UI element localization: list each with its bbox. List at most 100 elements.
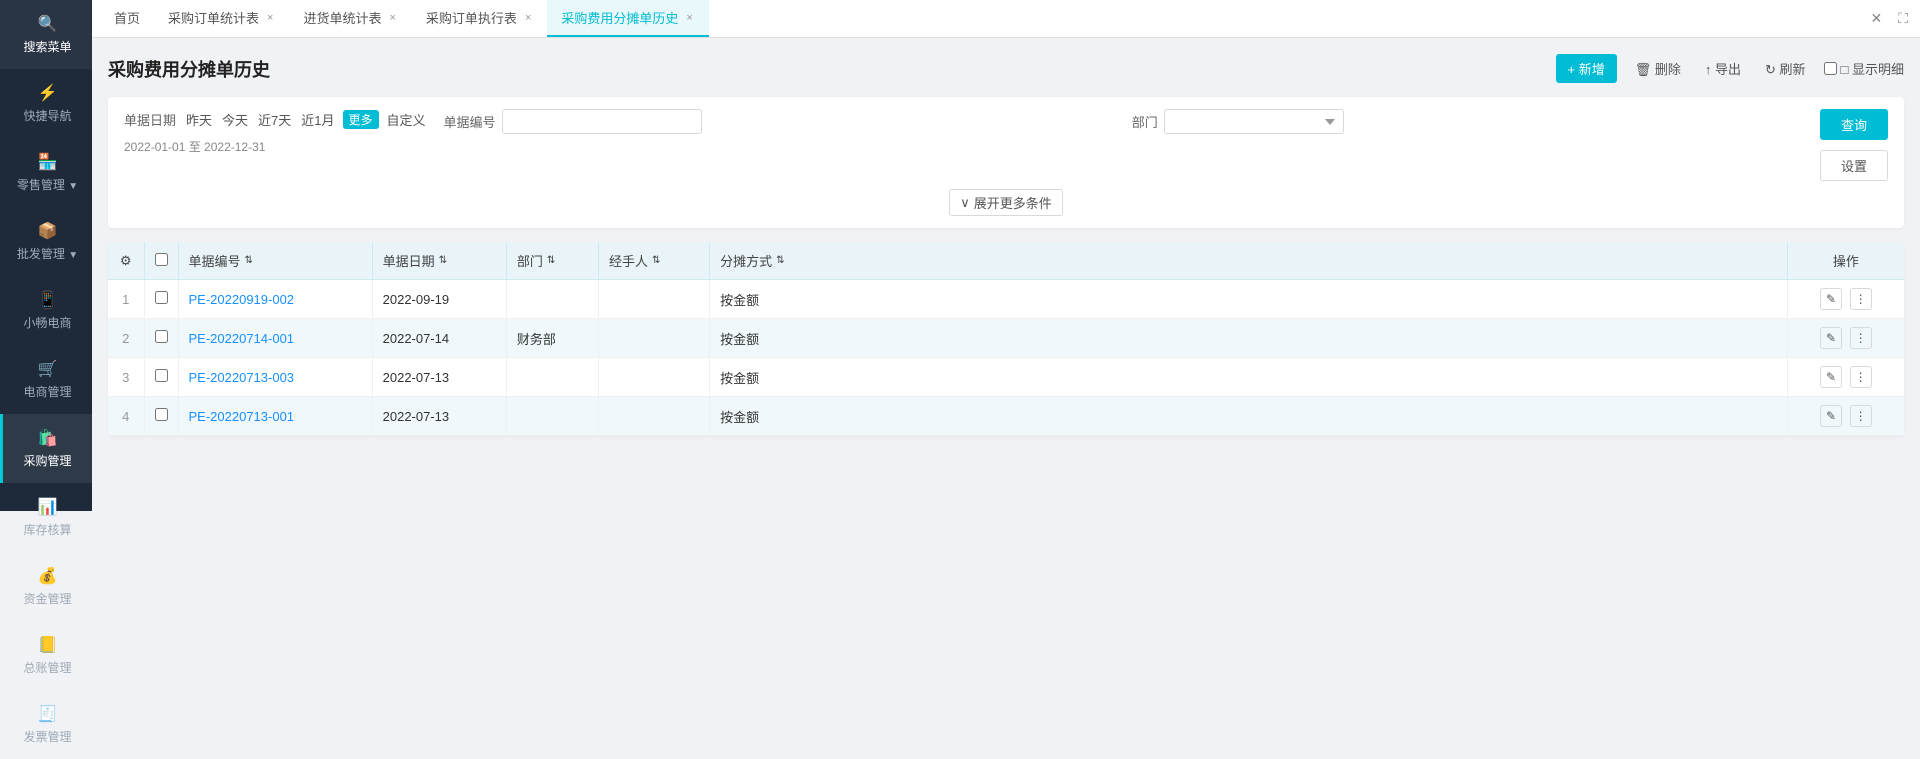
row-handler [598, 358, 709, 397]
doc-no-link[interactable]: PE-20220713-001 [189, 409, 295, 424]
shortcut-yesterday[interactable]: 昨天 [184, 109, 214, 130]
search-button[interactable]: 查询 [1820, 109, 1888, 140]
close-tab-fee-split[interactable]: × [684, 12, 694, 24]
doc-no-link[interactable]: PE-20220714-001 [189, 331, 295, 346]
sidebar-item-shortcut[interactable]: ⚡ 快捷导航 [0, 69, 92, 138]
row-split-method: 按金额 [710, 280, 1788, 319]
sort-handler[interactable]: 经手人 ⇅ [609, 251, 660, 270]
table-row: 1 PE-20220919-002 2022-09-19 按金额 ✎ ⋮ [108, 280, 1904, 319]
doc-no-link[interactable]: PE-20220919-002 [189, 292, 295, 307]
row-checkbox[interactable] [155, 291, 168, 304]
close-tab-purchase-exec[interactable]: × [523, 12, 533, 24]
miniapp-icon: 📱 [3, 290, 92, 310]
filter-actions: 查询 设置 [1820, 109, 1888, 181]
docno-input[interactable] [502, 109, 702, 134]
sidebar-item-label: 电商管理 [23, 385, 71, 399]
dept-select[interactable]: 财务部 [1164, 109, 1344, 134]
shortcut-today[interactable]: 今天 [220, 109, 250, 130]
sort-split-method[interactable]: 分摊方式 ⇅ [720, 251, 784, 270]
more-ops-icon[interactable]: ⋮ [1850, 288, 1872, 310]
shortcut-icon: ⚡ [3, 83, 92, 103]
row-checkbox-cell[interactable] [144, 358, 178, 397]
add-button[interactable]: + 新增 [1556, 54, 1617, 83]
row-handler [598, 280, 709, 319]
more-ops-icon[interactable]: ⋮ [1850, 366, 1872, 388]
row-checkbox[interactable] [155, 369, 168, 382]
sidebar-item-ledger[interactable]: 📒 总账管理 [0, 621, 92, 690]
filter-dept-group: 部门 财务部 [1132, 109, 1804, 134]
row-checkbox-cell[interactable] [144, 319, 178, 358]
sort-doc-date[interactable]: 单据日期 ⇅ [383, 251, 447, 270]
maximize-icon[interactable]: ⛶ [1894, 6, 1912, 31]
th-split-method[interactable]: 分摊方式 ⇅ [710, 242, 1788, 280]
sidebar-item-wholesale[interactable]: 📦 批发管理 ▼ [0, 207, 92, 276]
shortcut-1month[interactable]: 近1月 [299, 109, 336, 130]
tab-fee-split[interactable]: 采购费用分摊单历史 × [547, 0, 708, 37]
select-all-checkbox[interactable] [155, 253, 168, 266]
sidebar-item-label: 采购管理 [23, 454, 71, 468]
close-tab-goods-stat[interactable]: × [387, 12, 397, 24]
close-all-tabs-icon[interactable]: ✕ [1866, 6, 1886, 31]
row-split-method: 按金额 [710, 358, 1788, 397]
delete-button[interactable]: 🗑 删除 [1629, 55, 1687, 82]
wholesale-icon: 📦 [3, 221, 92, 241]
sidebar-item-label: 发票管理 [23, 730, 71, 744]
th-ops: 操作 [1787, 242, 1904, 280]
row-split-method: 按金额 [710, 319, 1788, 358]
row-checkbox-cell[interactable] [144, 280, 178, 319]
tab-home[interactable]: 首页 [100, 0, 154, 37]
shortcut-custom[interactable]: 自定义 [385, 109, 428, 130]
th-dept[interactable]: 部门 ⇅ [506, 242, 598, 280]
tab-goods-stat[interactable]: 进货单统计表 × [289, 0, 411, 37]
row-checkbox[interactable] [155, 408, 168, 421]
sidebar-item-retail[interactable]: 🏪 零售管理 ▼ [0, 138, 92, 207]
ecommerce-icon: 🛒 [3, 359, 92, 379]
edit-icon[interactable]: ✎ [1820, 405, 1842, 427]
show-cols-button[interactable]: □ 显示明细 [1824, 59, 1904, 78]
shortcut-7days[interactable]: 近7天 [256, 109, 293, 130]
sort-doc-no[interactable]: 单据编号 ⇅ [189, 251, 253, 270]
th-doc-no[interactable]: 单据编号 ⇅ [178, 242, 372, 280]
th-doc-date[interactable]: 单据日期 ⇅ [372, 242, 506, 280]
more-ops-icon[interactable]: ⋮ [1850, 327, 1872, 349]
invoice-icon: 🧾 [3, 704, 92, 724]
row-doc-date: 2022-07-13 [372, 358, 506, 397]
docno-label: 单据编号 [444, 112, 496, 131]
edit-icon[interactable]: ✎ [1820, 366, 1842, 388]
tab-purchase-stat[interactable]: 采购订单统计表 × [154, 0, 289, 37]
sort-icon: ⇅ [776, 255, 784, 266]
more-ops-icon[interactable]: ⋮ [1850, 405, 1872, 427]
shortcut-more[interactable]: 更多 [343, 110, 379, 129]
sort-icon: ⇅ [439, 255, 447, 266]
th-settings[interactable]: ⚙ [108, 242, 144, 280]
row-checkbox-cell[interactable] [144, 397, 178, 436]
sidebar-item-purchase[interactable]: 🛍️ 采购管理 [0, 414, 92, 483]
th-handler[interactable]: 经手人 ⇅ [598, 242, 709, 280]
close-tab-purchase-stat[interactable]: × [265, 12, 275, 24]
sidebar-item-search[interactable]: 🔍 搜索菜单 [0, 0, 92, 69]
sort-dept[interactable]: 部门 ⇅ [517, 251, 555, 270]
th-checkbox[interactable] [144, 242, 178, 280]
sidebar-item-miniapp[interactable]: 📱 小畅电商 [0, 276, 92, 345]
expand-more-row: ∨ 展开更多条件 [124, 189, 1888, 216]
sidebar-item-ecommerce[interactable]: 🛒 电商管理 [0, 345, 92, 414]
sidebar-item-inventory[interactable]: 📊 库存核算 [0, 483, 92, 552]
filter-settings-button[interactable]: 设置 [1820, 150, 1888, 181]
refresh-button[interactable]: ↻ 刷新 [1759, 55, 1812, 82]
row-num: 3 [108, 358, 144, 397]
row-checkbox[interactable] [155, 330, 168, 343]
data-table: ⚙ 单据编号 ⇅ 单据日期 [108, 242, 1904, 436]
sidebar-item-invoice[interactable]: 🧾 发票管理 [0, 690, 92, 759]
inventory-icon: 📊 [3, 497, 92, 517]
edit-icon[interactable]: ✎ [1820, 327, 1842, 349]
expand-more-button[interactable]: ∨ 展开更多条件 [949, 189, 1063, 216]
export-button[interactable]: ↑ 导出 [1699, 55, 1747, 82]
doc-no-link[interactable]: PE-20220713-003 [189, 370, 295, 385]
ledger-icon: 📒 [3, 635, 92, 655]
tab-purchase-exec[interactable]: 采购订单执行表 × [412, 0, 547, 37]
sidebar-item-label: 搜索菜单 [23, 40, 71, 54]
edit-icon[interactable]: ✎ [1820, 288, 1842, 310]
sidebar-item-finance[interactable]: 💰 资金管理 [0, 552, 92, 621]
content-area: 采购费用分摊单历史 + 新增 🗑 删除 ↑ 导出 ↻ 刷新 □ 显示明细 [92, 38, 1920, 511]
show-cols-checkbox[interactable] [1824, 62, 1837, 75]
